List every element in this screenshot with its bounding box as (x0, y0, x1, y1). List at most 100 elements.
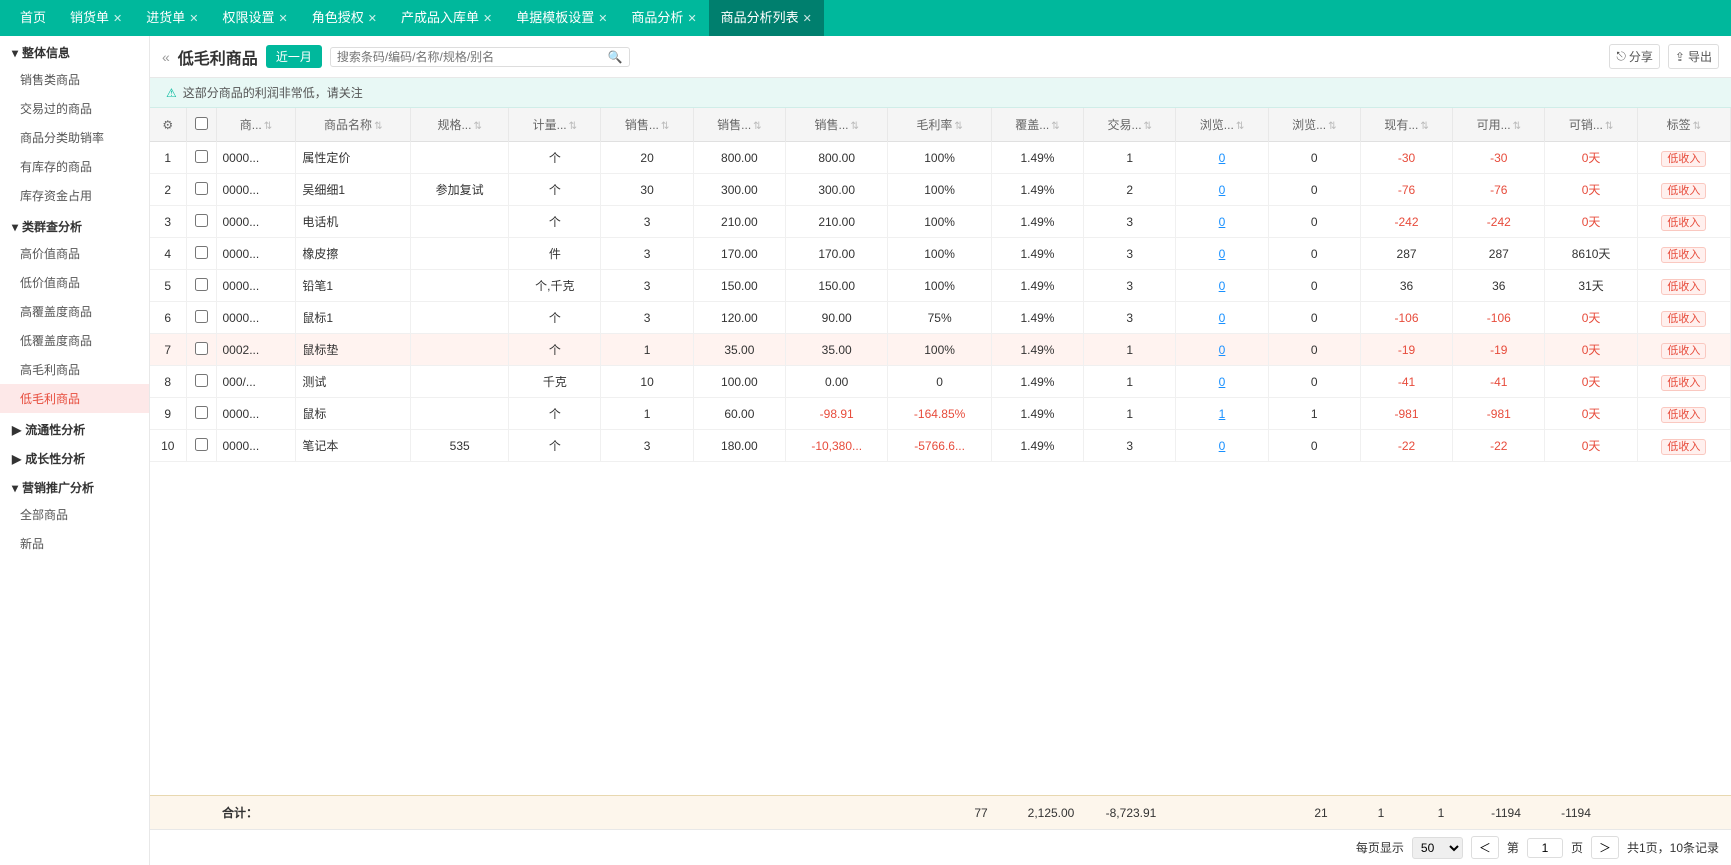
sidebar-item-low-coverage[interactable]: 低覆盖度商品 (0, 326, 149, 355)
row-browse1[interactable]: 0 (1176, 270, 1268, 302)
sidebar-item-new-goods[interactable]: 新品 (0, 529, 149, 558)
table-row: 5 0000... 铅笔1 个,千克 3 150.00 150.00 100% … (150, 270, 1731, 302)
select-all-checkbox[interactable] (195, 117, 208, 130)
row-saleable: 8610天 (1545, 238, 1637, 270)
sidebar-collapse-btn[interactable]: « (162, 49, 170, 65)
col-trade-count[interactable]: 交易...⇅ (1084, 108, 1176, 142)
row-checkbox[interactable] (186, 334, 216, 366)
row-available: -41 (1453, 366, 1545, 398)
nav-role-auth[interactable]: 角色授权✕ (300, 0, 389, 36)
row-checkbox[interactable] (186, 238, 216, 270)
search-icon[interactable]: 🔍 (608, 50, 623, 64)
row-browse1[interactable]: 0 (1176, 142, 1268, 174)
row-unit: 个 (509, 334, 601, 366)
sidebar-item-high-coverage[interactable]: 高覆盖度商品 (0, 297, 149, 326)
col-browse2[interactable]: 浏览...⇅ (1268, 108, 1360, 142)
filter-recent-month-button[interactable]: 近一月 (266, 45, 322, 68)
col-saleable[interactable]: 可销...⇅ (1545, 108, 1637, 142)
row-checkbox[interactable] (186, 430, 216, 462)
col-browse1[interactable]: 浏览...⇅ (1176, 108, 1268, 142)
nav-purchase[interactable]: 进货单✕ (134, 0, 210, 36)
sidebar-item-in-stock[interactable]: 有库存的商品 (0, 152, 149, 181)
row-browse1[interactable]: 0 (1176, 430, 1268, 462)
share-button[interactable]: ⎋ 分享 (1609, 44, 1660, 69)
col-gross-margin[interactable]: 毛利率⇅ (888, 108, 991, 142)
row-sales-amount: 210.00 (786, 206, 888, 238)
row-checkbox[interactable] (186, 398, 216, 430)
col-unit[interactable]: 计量...⇅ (509, 108, 601, 142)
row-name: 测试 (296, 366, 411, 398)
nav-home[interactable]: 首页 (8, 0, 58, 36)
sidebar-item-high-margin[interactable]: 高毛利商品 (0, 355, 149, 384)
nav-permissions[interactable]: 权限设置✕ (210, 0, 299, 36)
col-sales-price[interactable]: 销售...⇅ (693, 108, 785, 142)
collapse-icon[interactable]: ▶ (12, 423, 21, 437)
row-browse1[interactable]: 0 (1176, 366, 1268, 398)
search-input[interactable] (337, 50, 608, 64)
row-saleable: 31天 (1545, 270, 1637, 302)
sidebar-item-sales-goods[interactable]: 销售类商品 (0, 65, 149, 94)
col-sales-amount[interactable]: 销售...⇅ (786, 108, 888, 142)
row-browse1[interactable]: 1 (1176, 398, 1268, 430)
prev-page-button[interactable]: ＜ (1471, 836, 1499, 859)
row-checkbox[interactable] (186, 142, 216, 174)
row-checkbox[interactable] (186, 366, 216, 398)
row-code: 0000... (216, 270, 296, 302)
row-sales-amount: 300.00 (786, 174, 888, 206)
table-row: 3 0000... 电话机 个 3 210.00 210.00 100% 1.4… (150, 206, 1731, 238)
row-checkbox[interactable] (186, 174, 216, 206)
collapse-icon[interactable]: ▾ (12, 220, 18, 234)
row-sales-price: 800.00 (693, 142, 785, 174)
col-tag[interactable]: 标签⇅ (1637, 108, 1730, 142)
col-code[interactable]: 商...⇅ (216, 108, 296, 142)
sidebar-item-low-margin[interactable]: 低毛利商品 (0, 384, 149, 413)
row-checkbox[interactable] (186, 206, 216, 238)
row-tag: 低收入 (1637, 142, 1730, 174)
row-browse1[interactable]: 0 (1176, 174, 1268, 206)
row-code: 0000... (216, 206, 296, 238)
collapse-icon[interactable]: ▶ (12, 452, 21, 466)
nav-product-analysis[interactable]: 商品分析✕ (619, 0, 708, 36)
nav-sales[interactable]: 销货单✕ (58, 0, 134, 36)
row-available: -22 (1453, 430, 1545, 462)
row-unit: 个 (509, 302, 601, 334)
col-available[interactable]: 可用...⇅ (1453, 108, 1545, 142)
row-browse2: 0 (1268, 206, 1360, 238)
export-button[interactable]: ⇪ 导出 (1668, 44, 1719, 69)
col-spec[interactable]: 规格...⇅ (411, 108, 509, 142)
collapse-icon[interactable]: ▾ (12, 481, 18, 495)
col-settings[interactable]: ⚙ (150, 108, 186, 142)
row-checkbox[interactable] (186, 302, 216, 334)
page-number-input[interactable] (1527, 838, 1563, 858)
row-browse1[interactable]: 0 (1176, 334, 1268, 366)
row-browse1[interactable]: 0 (1176, 302, 1268, 334)
row-coverage: 1.49% (991, 334, 1083, 366)
sidebar-item-stock-capital[interactable]: 库存资金占用 (0, 181, 149, 210)
sidebar-item-traded-goods[interactable]: 交易过的商品 (0, 94, 149, 123)
col-checkbox[interactable] (186, 108, 216, 142)
sidebar-item-low-value[interactable]: 低价值商品 (0, 268, 149, 297)
row-gross-margin: -164.85% (888, 398, 991, 430)
col-sales-qty[interactable]: 销售...⇅ (601, 108, 693, 142)
next-page-button[interactable]: ＞ (1591, 836, 1619, 859)
row-available: -981 (1453, 398, 1545, 430)
nav-product-entry[interactable]: 产成品入库单✕ (389, 0, 504, 36)
collapse-icon[interactable]: ▾ (12, 46, 18, 60)
col-name[interactable]: 商品名称⇅ (296, 108, 411, 142)
row-unit: 千克 (509, 366, 601, 398)
row-index: 9 (150, 398, 186, 430)
row-checkbox[interactable] (186, 270, 216, 302)
row-spec (411, 270, 509, 302)
col-current-stock[interactable]: 现有...⇅ (1360, 108, 1452, 142)
row-tag: 低收入 (1637, 238, 1730, 270)
row-browse1[interactable]: 0 (1176, 206, 1268, 238)
nav-product-analysis-list[interactable]: 商品分析列表✕ (709, 0, 824, 36)
per-page-select[interactable]: 50 20 100 (1412, 837, 1463, 859)
sidebar-item-high-value[interactable]: 高价值商品 (0, 239, 149, 268)
sidebar-item-category-rate[interactable]: 商品分类助销率 (0, 123, 149, 152)
col-coverage[interactable]: 覆盖...⇅ (991, 108, 1083, 142)
nav-template-settings[interactable]: 单据模板设置✕ (504, 0, 619, 36)
sidebar-item-all-goods[interactable]: 全部商品 (0, 500, 149, 529)
row-sales-qty: 10 (601, 366, 693, 398)
row-browse1[interactable]: 0 (1176, 238, 1268, 270)
